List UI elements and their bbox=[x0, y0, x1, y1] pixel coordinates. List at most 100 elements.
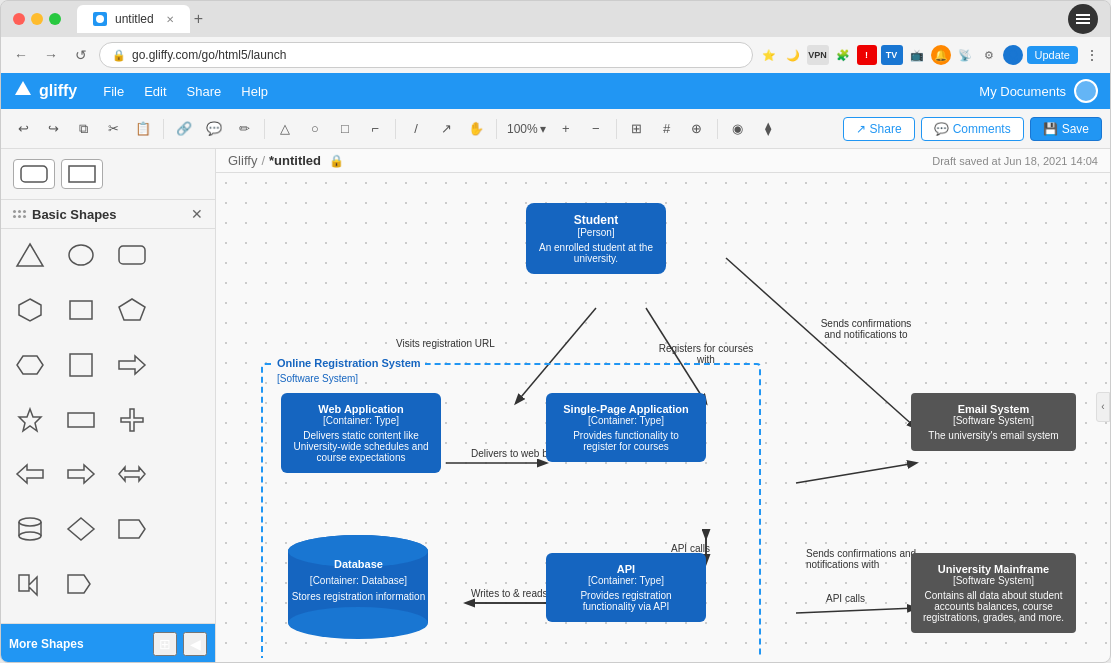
close-button[interactable] bbox=[13, 13, 25, 25]
preset-rect[interactable] bbox=[61, 159, 103, 189]
close-shapes-panel-icon[interactable]: ✕ bbox=[191, 206, 203, 222]
breadcrumb-root[interactable]: Gliffy bbox=[228, 153, 257, 168]
rect-tool[interactable]: □ bbox=[331, 115, 359, 143]
cut-button[interactable]: ✂ bbox=[99, 115, 127, 143]
shape-circle[interactable] bbox=[60, 237, 102, 273]
shape-double-arrow[interactable] bbox=[111, 456, 153, 492]
shape-rounded-rect[interactable] bbox=[111, 237, 153, 273]
shape-tall-rect[interactable] bbox=[60, 347, 102, 383]
zoom-control[interactable]: 100% ▾ bbox=[503, 122, 550, 136]
browser-settings-icon[interactable]: ⋮ bbox=[1082, 45, 1102, 65]
avatar-icon[interactable]: 👤 bbox=[1003, 45, 1023, 65]
email-node[interactable]: Email System [Software System] The unive… bbox=[911, 393, 1076, 451]
star-icon[interactable]: ⭐ bbox=[759, 45, 779, 65]
collapse-sidebar-handle[interactable]: ‹ bbox=[1096, 392, 1110, 422]
hand-tool[interactable]: ✋ bbox=[462, 115, 490, 143]
shape-tag[interactable] bbox=[111, 511, 153, 547]
fill-button[interactable]: ◉ bbox=[724, 115, 752, 143]
svg-point-0 bbox=[96, 15, 104, 23]
update-button[interactable]: Update bbox=[1027, 46, 1078, 64]
comments-button[interactable]: 💬 Comments bbox=[921, 117, 1024, 141]
drag-handle[interactable] bbox=[13, 210, 26, 218]
shape-pentagon[interactable] bbox=[111, 292, 153, 328]
shape-hexagon2[interactable] bbox=[9, 347, 51, 383]
shape-arrow-right[interactable] bbox=[111, 347, 153, 383]
new-tab-button[interactable]: + bbox=[194, 10, 203, 28]
shape-bent-arrow[interactable] bbox=[9, 566, 51, 602]
share-button[interactable]: ↗ Share bbox=[843, 117, 915, 141]
ext-icon-6[interactable]: ⚙ bbox=[979, 45, 999, 65]
save-button[interactable]: 💾 Save bbox=[1030, 117, 1102, 141]
triangle-tool[interactable]: △ bbox=[271, 115, 299, 143]
shape-diamond-wide[interactable] bbox=[60, 511, 102, 547]
paste-button[interactable]: 📋 bbox=[129, 115, 157, 143]
shape-hexagon[interactable] bbox=[9, 292, 51, 328]
database-node[interactable]: Database [Container: Database] Stores re… bbox=[281, 533, 436, 647]
shield-icon[interactable]: VPN bbox=[807, 45, 829, 65]
shape-right-arrow[interactable] bbox=[60, 456, 102, 492]
spa-node[interactable]: Single-Page Application [Container: Type… bbox=[546, 393, 706, 462]
menu-edit[interactable]: Edit bbox=[134, 73, 176, 109]
moon-icon[interactable]: 🌙 bbox=[783, 45, 803, 65]
lock-icon: 🔒 bbox=[112, 49, 126, 62]
browser-tab[interactable]: untitled ✕ bbox=[77, 5, 190, 33]
university-node[interactable]: University Mainframe [Software System] C… bbox=[911, 553, 1076, 633]
my-documents-button[interactable]: My Documents bbox=[979, 79, 1098, 103]
diagram-canvas[interactable]: Student [Person] An enrolled student at … bbox=[216, 173, 1110, 658]
align-button[interactable]: ⊕ bbox=[683, 115, 711, 143]
menu-help[interactable]: Help bbox=[231, 73, 278, 109]
api-node[interactable]: API [Container: Type] Provides registrat… bbox=[546, 553, 706, 622]
database-cylinder-svg bbox=[281, 533, 436, 643]
tab-close-button[interactable]: ✕ bbox=[166, 14, 174, 25]
forward-button[interactable]: → bbox=[39, 43, 63, 67]
menu-share[interactable]: Share bbox=[177, 73, 232, 109]
save-icon: 💾 bbox=[1043, 122, 1058, 136]
copy-button[interactable]: ⧉ bbox=[69, 115, 97, 143]
shape-triangle[interactable] bbox=[9, 237, 51, 273]
shape-cylinder[interactable] bbox=[9, 511, 51, 547]
zoom-in-button[interactable]: + bbox=[552, 115, 580, 143]
link-button[interactable]: 🔗 bbox=[170, 115, 198, 143]
more-shapes-button[interactable]: More Shapes bbox=[9, 637, 153, 651]
browser-menu-icon[interactable] bbox=[1068, 4, 1098, 34]
ext-icon-2[interactable]: TV bbox=[881, 45, 903, 65]
shape-left-arrow[interactable] bbox=[9, 456, 51, 492]
undo-button[interactable]: ↩ bbox=[9, 115, 37, 143]
shape-star[interactable] bbox=[9, 402, 51, 438]
ext-icon-4[interactable]: 🔔 bbox=[931, 45, 951, 65]
maximize-button[interactable] bbox=[49, 13, 61, 25]
fit-button[interactable]: ⊞ bbox=[623, 115, 651, 143]
minimize-button[interactable] bbox=[31, 13, 43, 25]
sidebar-collapse-icon[interactable]: ◀ bbox=[183, 632, 207, 656]
back-button[interactable]: ← bbox=[9, 43, 33, 67]
ext-icon-3[interactable]: 📺 bbox=[907, 45, 927, 65]
webapp-node[interactable]: Web Application [Container: Type] Delive… bbox=[281, 393, 441, 473]
lock-icon[interactable]: 🔒 bbox=[329, 154, 344, 168]
shape-square[interactable] bbox=[60, 292, 102, 328]
shape-tab[interactable] bbox=[60, 566, 102, 602]
line-tool[interactable]: / bbox=[402, 115, 430, 143]
layers-button[interactable]: ⧫ bbox=[754, 115, 782, 143]
arrow-tool[interactable]: ↗ bbox=[432, 115, 460, 143]
student-node[interactable]: Student [Person] An enrolled student at … bbox=[526, 203, 666, 274]
grid-button[interactable]: # bbox=[653, 115, 681, 143]
zoom-dropdown-icon[interactable]: ▾ bbox=[540, 122, 546, 136]
path-tool[interactable]: ⌐ bbox=[361, 115, 389, 143]
refresh-button[interactable]: ↺ bbox=[69, 43, 93, 67]
circle-tool[interactable]: ○ bbox=[301, 115, 329, 143]
sidebar-layout-icon[interactable]: ⊞ bbox=[153, 632, 177, 656]
ext-icon-1[interactable]: ! bbox=[857, 45, 877, 65]
shape-plus[interactable] bbox=[111, 402, 153, 438]
pen-button[interactable]: ✏ bbox=[230, 115, 258, 143]
shape-small-rect[interactable] bbox=[60, 402, 102, 438]
svg-rect-1 bbox=[21, 166, 47, 182]
ext-icon-5[interactable]: 📡 bbox=[955, 45, 975, 65]
puzzle-icon[interactable]: 🧩 bbox=[833, 45, 853, 65]
address-bar[interactable]: 🔒 go.gliffy.com/go/html5/launch bbox=[99, 42, 753, 68]
comment-tool-button[interactable]: 💬 bbox=[200, 115, 228, 143]
zoom-out-button[interactable]: − bbox=[582, 115, 610, 143]
separator-1 bbox=[163, 119, 164, 139]
redo-button[interactable]: ↪ bbox=[39, 115, 67, 143]
menu-file[interactable]: File bbox=[93, 73, 134, 109]
preset-rounded-rect[interactable] bbox=[13, 159, 55, 189]
